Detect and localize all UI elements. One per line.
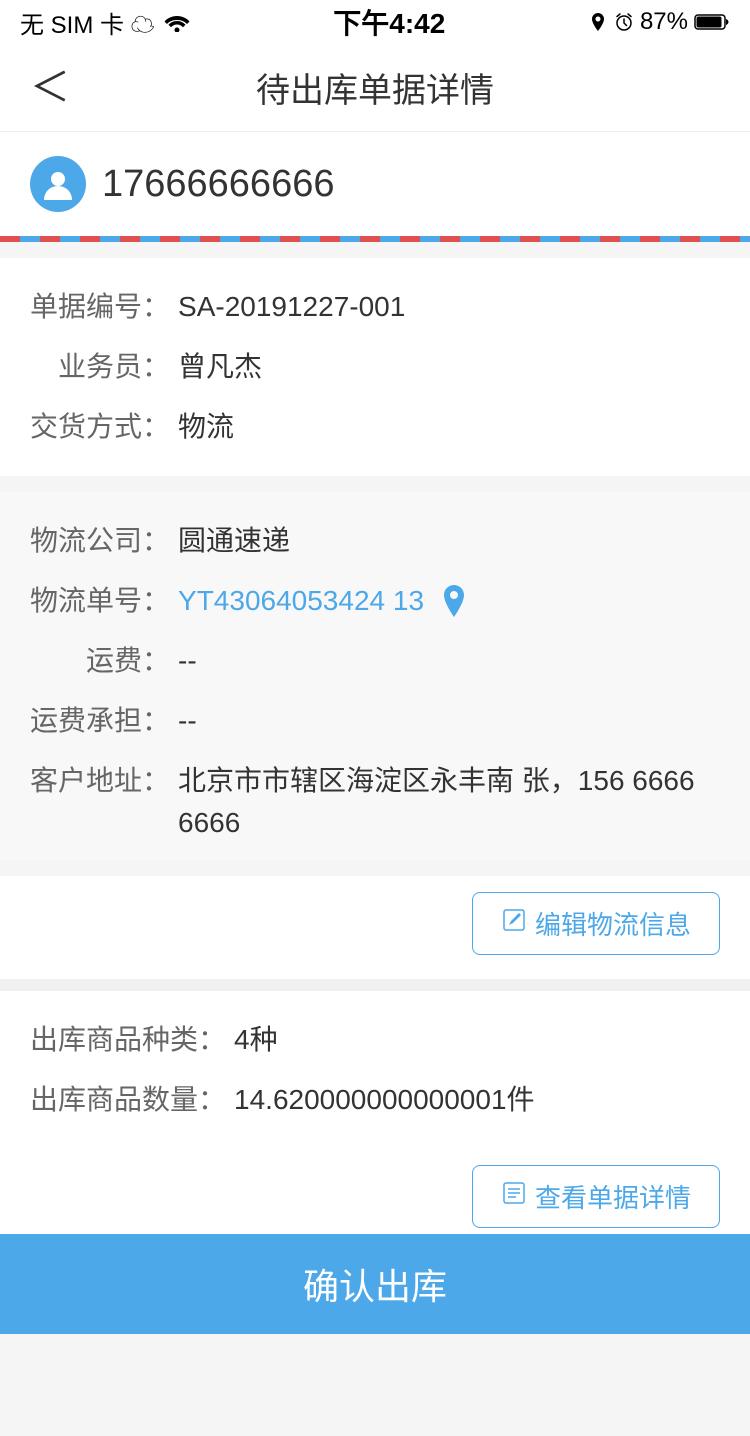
confirm-button[interactable]: 确认出库 <box>0 1234 750 1334</box>
customer-header: 17666666666 <box>0 132 750 236</box>
wifi-icon <box>163 12 191 32</box>
sales-person-value: 曾凡杰 <box>178 346 720 388</box>
freight-value: -- <box>178 640 720 682</box>
company-row: 物流公司： 圆通速递 <box>30 520 720 562</box>
delivery-value: 物流 <box>178 406 720 448</box>
types-row: 出库商品种类： 4种 <box>30 1019 720 1061</box>
company-value: 圆通速递 <box>178 520 720 562</box>
tracking-value: YT43064053424 13 <box>178 580 424 622</box>
delivery-row: 交货方式： 物流 <box>30 406 720 448</box>
freight-label: 运费： <box>30 640 170 682</box>
delivery-label: 交货方式： <box>30 406 170 448</box>
battery-percent: 87% <box>640 8 688 36</box>
quantity-row: 出库商品数量： 14.620000000000001件 <box>30 1079 720 1121</box>
sales-person-label: 业务员： <box>30 346 170 388</box>
freight-bear-value: -- <box>178 700 720 742</box>
edit-logistics-label: 编辑物流信息 <box>535 905 691 942</box>
order-info-section: 单据编号： SA-20191227-001 业务员： 曾凡杰 交货方式： 物流 <box>0 258 750 476</box>
tracking-value-area: YT43064053424 13 <box>170 580 472 622</box>
dashed-divider <box>0 236 750 242</box>
edit-logistics-button[interactable]: 编辑物流信息 <box>472 892 720 955</box>
avatar <box>30 156 86 212</box>
freight-bear-label: 运费承担： <box>30 700 170 742</box>
customer-phone: 17666666666 <box>102 163 334 206</box>
order-no-value: SA-20191227-001 <box>178 286 720 328</box>
alarm-icon <box>614 12 634 32</box>
location-status-icon <box>588 12 608 32</box>
tracking-label: 物流单号： <box>30 580 170 622</box>
section-separator <box>0 979 750 991</box>
view-detail-label: 查看单据详情 <box>535 1178 691 1215</box>
view-detail-button[interactable]: 查看单据详情 <box>472 1165 720 1228</box>
status-left: 无 SIM 卡 ☁ <box>20 5 191 40</box>
status-time: 下午4:42 <box>333 2 445 42</box>
order-no-row: 单据编号： SA-20191227-001 <box>30 286 720 328</box>
edit-logistics-area: 编辑物流信息 <box>0 876 750 979</box>
freight-row: 运费： -- <box>30 640 720 682</box>
freight-bear-row: 运费承担： -- <box>30 700 720 742</box>
status-bar: 无 SIM 卡 ☁ 下午4:42 87% <box>0 0 750 44</box>
edit-icon <box>501 907 527 940</box>
types-label: 出库商品种类： <box>30 1019 226 1061</box>
company-label: 物流公司： <box>30 520 170 562</box>
confirm-button-label: 确认出库 <box>303 1258 447 1310</box>
sales-person-row: 业务员： 曾凡杰 <box>30 346 720 388</box>
quantity-label: 出库商品数量： <box>30 1079 226 1121</box>
battery-icon <box>694 13 730 31</box>
page-title: 待出库单据详情 <box>256 63 494 112</box>
types-value: 4种 <box>234 1019 720 1061</box>
back-button[interactable]: ＜ <box>30 68 70 108</box>
logistics-section: 物流公司： 圆通速递 物流单号： YT43064053424 13 运费： --… <box>0 492 750 860</box>
nav-bar: ＜ 待出库单据详情 <box>0 44 750 132</box>
address-value: 北京市市辖区海淀区永丰南 张，156 6666 6666 <box>178 760 720 844</box>
list-icon <box>501 1180 527 1213</box>
address-label: 客户地址： <box>30 760 170 802</box>
status-right: 87% <box>588 8 730 36</box>
stats-section: 出库商品种类： 4种 出库商品数量： 14.620000000000001件 <box>0 991 750 1149</box>
order-no-label: 单据编号： <box>30 286 170 328</box>
map-pin-icon[interactable] <box>436 583 472 619</box>
tracking-row: 物流单号： YT43064053424 13 <box>30 580 720 622</box>
sim-label: 无 SIM 卡 ☁ <box>20 5 155 40</box>
quantity-value: 14.620000000000001件 <box>234 1079 720 1121</box>
address-row: 客户地址： 北京市市辖区海淀区永丰南 张，156 6666 6666 <box>30 760 720 844</box>
